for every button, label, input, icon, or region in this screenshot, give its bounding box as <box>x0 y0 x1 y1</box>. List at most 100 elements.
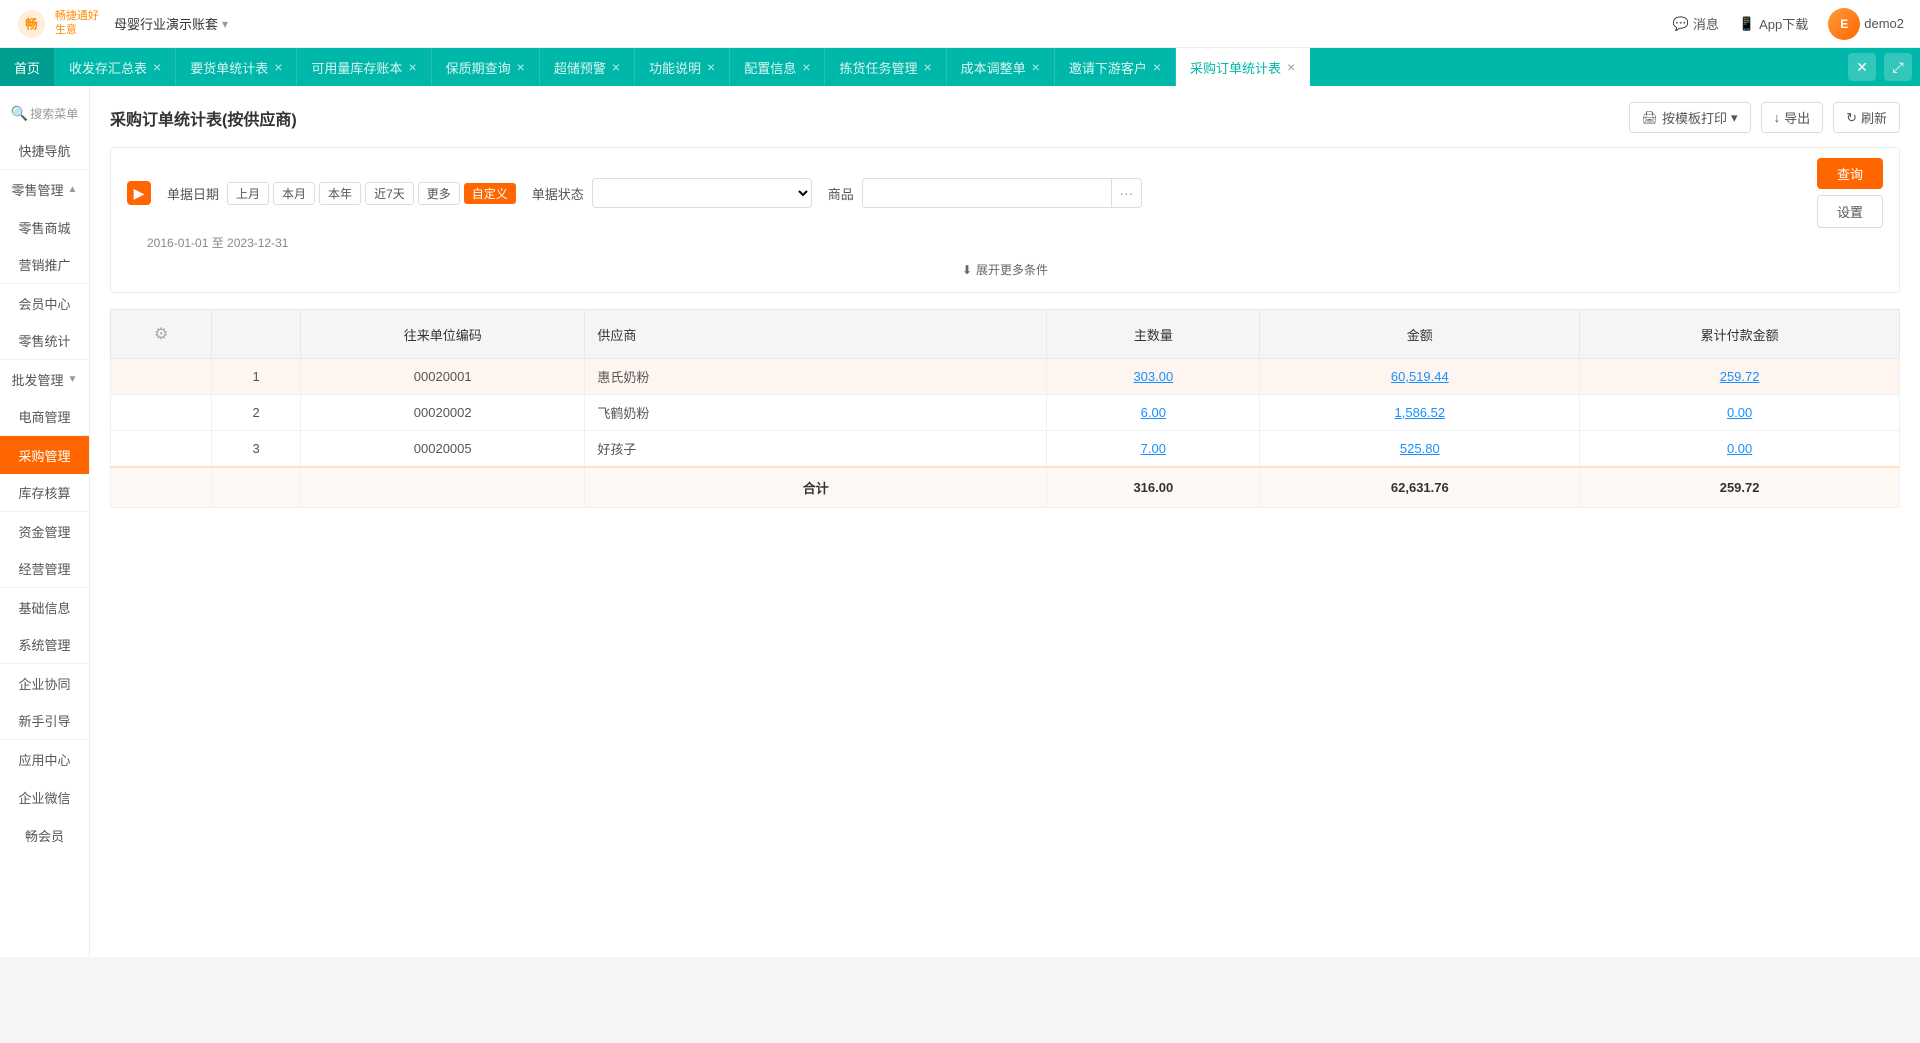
sidebar-item-app-center[interactable]: 应用中心 <box>0 740 89 778</box>
tab-task-mgmt-close[interactable]: × <box>923 60 931 74</box>
sidebar-item-ecom-mgmt[interactable]: 电商管理 <box>0 398 89 436</box>
tab-usable-stock[interactable]: 可用量库存账本 × <box>297 48 431 86</box>
filter-status-select[interactable] <box>592 178 812 208</box>
tab-cost-adjust[interactable]: 成本调整单 × <box>947 48 1055 86</box>
tab-invite-downstream-close[interactable]: × <box>1153 60 1161 74</box>
filter-status-label: 单据状态 <box>532 184 584 203</box>
row-3-qty[interactable]: 7.00 <box>1047 431 1260 468</box>
date-btn-more[interactable]: 更多 <box>418 182 460 205</box>
tab-home-label: 首页 <box>14 58 40 77</box>
tab-collect-send-close[interactable]: × <box>153 60 161 74</box>
table-settings-icon[interactable]: ⚙ <box>145 318 177 350</box>
sidebar-item-basic-info[interactable]: 基础信息 <box>0 588 89 626</box>
export-button[interactable]: ↓ 导出 <box>1761 102 1824 133</box>
row-1-qty[interactable]: 303.00 <box>1047 359 1260 395</box>
user-menu-button[interactable]: E demo2 <box>1828 8 1904 40</box>
row-3-amount[interactable]: 525.80 <box>1260 431 1580 468</box>
sidebar-member-center-label: 会员中心 <box>18 294 70 313</box>
tab-overstock-warning-close[interactable]: × <box>612 60 620 74</box>
row-1-amount[interactable]: 60,519.44 <box>1260 359 1580 395</box>
tab-purchase-stats-close[interactable]: × <box>1287 60 1295 74</box>
row-1-paid[interactable]: 259.72 <box>1580 359 1900 395</box>
download-icon: 📱 <box>1739 16 1755 32</box>
breadcrumb-dropdown-icon[interactable]: ▾ <box>222 17 228 31</box>
sidebar-item-purchase-mgmt[interactable]: 采购管理 <box>0 436 89 474</box>
tab-cost-adjust-close[interactable]: × <box>1032 60 1040 74</box>
date-btn-this-year[interactable]: 本年 <box>319 182 361 205</box>
sidebar-item-enterprise-collab[interactable]: 企业协同 <box>0 664 89 702</box>
app-download-button[interactable]: 📱 App下载 <box>1739 14 1808 33</box>
sidebar-item-retail-mgmt[interactable]: 零售管理 ▲ <box>0 170 89 208</box>
row-2-paid[interactable]: 0.00 <box>1580 395 1900 431</box>
sidebar-item-operation-mgmt[interactable]: 经营管理 <box>0 550 89 588</box>
settings-button[interactable]: 设置 <box>1817 195 1883 228</box>
row-2-qty[interactable]: 6.00 <box>1047 395 1260 431</box>
filter-goods-input[interactable] <box>863 179 1111 207</box>
sidebar-marketing-label: 营销推广 <box>18 255 70 274</box>
filter-toggle-button[interactable]: ▶ <box>127 181 151 205</box>
tab-config-info-close[interactable]: × <box>802 60 810 74</box>
tab-function-desc[interactable]: 功能说明 × <box>635 48 730 86</box>
message-button[interactable]: 💬 消息 <box>1673 14 1719 33</box>
col-supplier-header: 供应商 <box>585 310 1047 359</box>
page-header: 采购订单统计表(按供应商) 🖨 按模板打印 ▾ ↓ 导出 ↻ 刷新 <box>110 102 1900 133</box>
tab-collect-send[interactable]: 收发存汇总表 × <box>55 48 176 86</box>
tab-invite-downstream[interactable]: 邀请下游客户 × <box>1055 48 1176 86</box>
tab-shelf-life-close[interactable]: × <box>517 60 525 74</box>
top-right-actions: 💬 消息 📱 App下载 E demo2 <box>1673 8 1904 40</box>
tab-goods-stats[interactable]: 要货单统计表 × <box>176 48 297 86</box>
tab-config-info[interactable]: 配置信息 × <box>730 48 825 86</box>
date-btn-prev-month[interactable]: 上月 <box>227 182 269 205</box>
filter-row-main: ▶ 单据日期 上月 本月 本年 近7天 更多 自定义 单据状态 <box>127 158 1883 228</box>
tab-purchase-stats[interactable]: 采购订单统计表 × <box>1176 48 1310 86</box>
svg-text:畅: 畅 <box>25 16 37 31</box>
tab-function-desc-close[interactable]: × <box>707 60 715 74</box>
query-btn-group: 查询 设置 <box>1817 158 1883 228</box>
template-print-button[interactable]: 🖨 按模板打印 ▾ <box>1629 102 1751 133</box>
sidebar-item-retail-stats[interactable]: 零售统计 <box>0 322 89 360</box>
sidebar-app-center-label: 应用中心 <box>18 750 70 769</box>
sidebar-item-enterprise-wechat[interactable]: 企业微信 <box>0 778 89 816</box>
sidebar-item-retail-mall[interactable]: 零售商城 <box>0 208 89 246</box>
data-table: ⚙ 往来单位编码 供应商 主数量 金额 累计付款金额 1 <box>110 309 1900 508</box>
sidebar-item-quick-nav[interactable]: 快捷导航 <box>0 132 89 170</box>
close-all-tabs-button[interactable]: ✕ <box>1848 53 1876 81</box>
app-logo-icon: 畅 <box>16 4 47 44</box>
filter-goods-more-btn[interactable]: ··· <box>1111 178 1141 208</box>
query-button[interactable]: 查询 <box>1817 158 1883 189</box>
tab-task-mgmt[interactable]: 拣货任务管理 × <box>825 48 946 86</box>
sidebar-item-member[interactable]: 畅会员 <box>0 816 89 854</box>
sidebar-item-member-center[interactable]: 会员中心 <box>0 284 89 322</box>
row-3-checkbox-cell <box>111 431 212 468</box>
sidebar-item-inventory-check[interactable]: 库存核算 <box>0 474 89 512</box>
tab-usable-stock-close[interactable]: × <box>408 60 416 74</box>
sidebar-item-new-guide[interactable]: 新手引导 <box>0 702 89 740</box>
date-custom-badge[interactable]: 自定义 <box>464 183 516 204</box>
row-3-paid[interactable]: 0.00 <box>1580 431 1900 468</box>
row-1-index: 1 <box>212 359 301 395</box>
sidebar-ecom-mgmt-label: 电商管理 <box>18 407 70 426</box>
breadcrumb-area: 母婴行业演示账套 ▾ <box>106 14 1673 33</box>
tab-overstock-warning[interactable]: 超储预警 × <box>540 48 635 86</box>
tab-shelf-life[interactable]: 保质期查询 × <box>432 48 540 86</box>
date-btn-this-month[interactable]: 本月 <box>273 182 315 205</box>
tab-collect-send-label: 收发存汇总表 <box>69 58 147 77</box>
sidebar-item-capital-mgmt[interactable]: 资金管理 <box>0 512 89 550</box>
sidebar-item-search[interactable]: 🔍 搜索菜单 <box>0 94 89 132</box>
row-1-checkbox-cell <box>111 359 212 395</box>
col-paid-header: 累计付款金额 <box>1580 310 1900 359</box>
tab-goods-stats-close[interactable]: × <box>274 60 282 74</box>
expand-more-button[interactable]: ⬇ 展开更多条件 <box>950 257 1060 282</box>
footer-amount: 62,631.76 <box>1260 467 1580 508</box>
filter-goods-label: 商品 <box>828 184 854 203</box>
sidebar-item-wholesale-mgmt[interactable]: 批发管理 ▼ <box>0 360 89 398</box>
sidebar-item-system-mgmt[interactable]: 系统管理 <box>0 626 89 664</box>
date-btn-7days[interactable]: 近7天 <box>365 182 414 205</box>
row-2-amount[interactable]: 1,586.52 <box>1260 395 1580 431</box>
maximize-button[interactable]: ⤢ <box>1884 53 1912 81</box>
sidebar-capital-mgmt-label: 资金管理 <box>18 522 70 541</box>
tab-home[interactable]: 首页 <box>0 48 55 86</box>
refresh-button[interactable]: ↻ 刷新 <box>1833 102 1900 133</box>
col-settings-header[interactable]: ⚙ <box>111 310 212 359</box>
sidebar-item-marketing[interactable]: 营销推广 <box>0 246 89 284</box>
